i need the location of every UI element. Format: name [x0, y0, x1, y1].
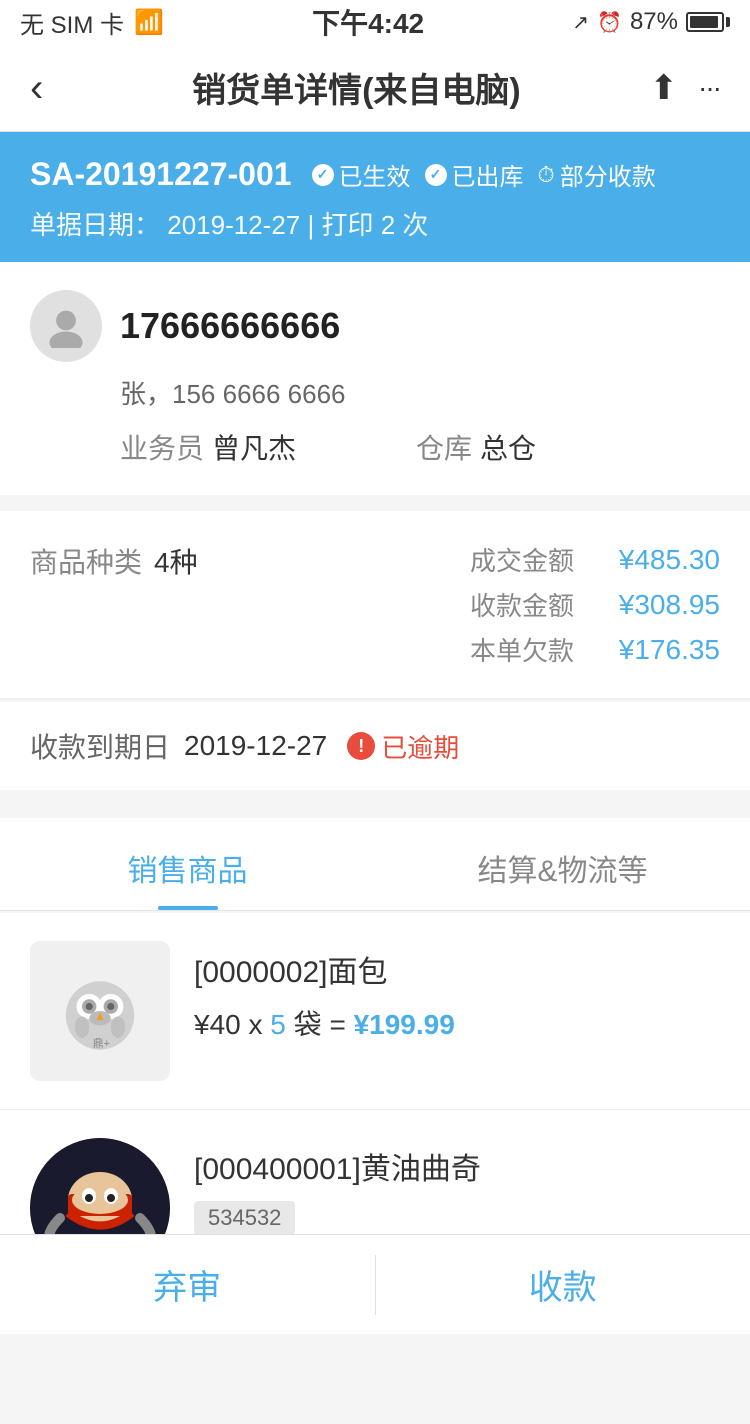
status-tag-shipped: 已出库	[425, 157, 524, 192]
clock-icon: ⏱	[538, 162, 555, 188]
tab-settlement[interactable]: 结算&物流等	[375, 818, 750, 910]
summary-section: 商品种类 4种 成交金额 ¥485.30 收款金额 ¥308.95 本单欠款 ¥…	[0, 511, 750, 698]
list-item: 鼎+ [0000002]面包 ¥40 x 5 袋 = ¥199.99	[0, 913, 750, 1110]
kind-label: 商品种类	[30, 541, 142, 581]
more-button[interactable]: ···	[698, 72, 720, 104]
divider-1	[0, 495, 750, 511]
kind-value: 4种	[154, 541, 198, 581]
print-label: | 打印	[307, 210, 373, 240]
location-icon: ↗	[572, 10, 589, 35]
status-bar: 无 SIM 卡 📶 下午4:42 ↗ ⏰ 87%	[0, 0, 750, 44]
product-name-2: [000400001]黄油曲奇	[194, 1144, 720, 1188]
date-value: 2019-12-27	[167, 210, 300, 240]
status-shipped-label: 已出库	[452, 157, 524, 192]
product-unit-1: 袋	[294, 1009, 322, 1040]
warehouse-value: 总仓	[480, 427, 536, 467]
battery-label: 87%	[630, 8, 678, 36]
overdue-text: 已逾期	[381, 728, 459, 765]
received-amount-value: ¥308.95	[590, 589, 720, 621]
summary-right: 成交金额 ¥485.30 收款金额 ¥308.95 本单欠款 ¥176.35	[470, 541, 720, 668]
deal-amount-label: 成交金额	[470, 541, 574, 578]
divider-2	[0, 790, 750, 804]
avatar-icon	[44, 304, 88, 348]
share-button[interactable]: ⬆	[650, 68, 679, 108]
alarm-icon: ⏰	[597, 10, 622, 35]
time-display: 下午4:42	[312, 2, 424, 42]
owl-svg: 鼎+	[55, 966, 145, 1056]
confirm-button[interactable]: 收款	[376, 1235, 750, 1334]
thin-divider	[0, 698, 750, 700]
product-price-line-1: ¥40 x 5 袋 = ¥199.99	[194, 1003, 720, 1043]
warehouse-item: 仓库 总仓	[416, 427, 536, 467]
due-section: 收款到期日 2019-12-27 ! 已逾期	[0, 702, 750, 790]
overdue-badge: ! 已逾期	[347, 728, 459, 765]
check-icon-shipped	[425, 164, 447, 186]
customer-sub-info: 张，156 6666 6666	[30, 374, 720, 411]
product-total-1: ¥199.99	[354, 1009, 455, 1040]
svg-text:鼎+: 鼎+	[93, 1038, 110, 1050]
carrier-label: 无 SIM 卡	[20, 5, 124, 40]
print-count: 2	[381, 210, 395, 240]
header-banner: SA-20191227-001 已生效 已出库 ⏱ 部分收款 单据日期： 201…	[0, 132, 750, 262]
due-date-value: 2019-12-27	[184, 730, 327, 762]
product-name-1: [0000002]面包	[194, 947, 720, 991]
status-bar-right: ↗ ⏰ 87%	[572, 8, 730, 36]
status-effective-label: 已生效	[339, 157, 411, 192]
customer-meta: 业务员 曾凡杰 仓库 总仓	[30, 427, 720, 467]
back-button[interactable]: ‹	[30, 68, 63, 108]
salesperson-label: 业务员	[120, 427, 204, 467]
status-bar-left: 无 SIM 卡 📶	[20, 5, 164, 40]
cancel-button[interactable]: 弃审	[0, 1235, 375, 1334]
battery-icon	[686, 12, 730, 32]
overdue-icon: !	[347, 732, 375, 760]
status-partial-label: 部分收款	[560, 157, 656, 192]
owl-icon: 鼎+	[55, 966, 145, 1056]
debt-value: ¥176.35	[590, 634, 720, 666]
summary-left: 商品种类 4种	[30, 541, 198, 581]
product-multiply-1: x	[249, 1009, 271, 1040]
salesperson-value: 曾凡杰	[212, 427, 296, 467]
deal-amount-value: ¥485.30	[590, 544, 720, 576]
header-banner-top: SA-20191227-001 已生效 已出库 ⏱ 部分收款	[30, 156, 720, 193]
summary-row: 商品种类 4种 成交金额 ¥485.30 收款金额 ¥308.95 本单欠款 ¥…	[30, 541, 720, 668]
tabs-section: 销售商品 结算&物流等	[0, 818, 750, 911]
print-suffix: 次	[402, 210, 428, 240]
header-date: 单据日期： 2019-12-27 | 打印 2 次	[30, 205, 720, 242]
debt-label: 本单欠款	[470, 631, 574, 668]
status-tags: 已生效 已出库 ⏱ 部分收款	[312, 157, 656, 192]
due-label: 收款到期日	[30, 726, 170, 766]
tab-sales-products[interactable]: 销售商品	[0, 818, 375, 910]
tabs-row: 销售商品 结算&物流等	[0, 818, 750, 910]
customer-section: 17666666666 张，156 6666 6666 业务员 曾凡杰 仓库 总…	[0, 262, 750, 495]
customer-phone: 17666666666	[120, 305, 340, 347]
received-amount-label: 收款金额	[470, 586, 574, 623]
product-equal-1: =	[329, 1009, 353, 1040]
wifi-icon: 📶	[134, 8, 164, 37]
nav-bar: ‹ 销货单详情(来自电脑) ⬆ ···	[0, 44, 750, 132]
customer-row: 17666666666	[30, 290, 720, 362]
bottom-bar: 弃审 收款	[0, 1234, 750, 1334]
warehouse-label: 仓库	[416, 427, 472, 467]
debt-row: 本单欠款 ¥176.35	[470, 631, 720, 668]
date-label: 单据日期：	[30, 210, 160, 240]
deal-amount-row: 成交金额 ¥485.30	[470, 541, 720, 578]
salesperson-item: 业务员 曾凡杰	[120, 427, 296, 467]
bottom-spacer	[0, 1324, 750, 1424]
product-qty-1: 5	[270, 1009, 286, 1040]
order-number: SA-20191227-001	[30, 156, 292, 193]
product-sku-badge: 534532	[194, 1201, 295, 1235]
status-tag-effective: 已生效	[312, 157, 411, 192]
product-image-1: 鼎+	[30, 941, 170, 1081]
check-icon-effective	[312, 164, 334, 186]
tab-sales-label: 销售商品	[128, 855, 248, 888]
product-info-1: [0000002]面包 ¥40 x 5 袋 = ¥199.99	[194, 941, 720, 1043]
received-amount-row: 收款金额 ¥308.95	[470, 586, 720, 623]
tab-settlement-label: 结算&物流等	[477, 855, 647, 888]
product-price-1: ¥40	[194, 1009, 241, 1040]
avatar	[30, 290, 102, 362]
status-tag-partial: ⏱ 部分收款	[538, 157, 656, 192]
page-title: 销货单详情(来自电脑)	[63, 63, 649, 112]
nav-actions: ⬆ ···	[650, 68, 720, 108]
